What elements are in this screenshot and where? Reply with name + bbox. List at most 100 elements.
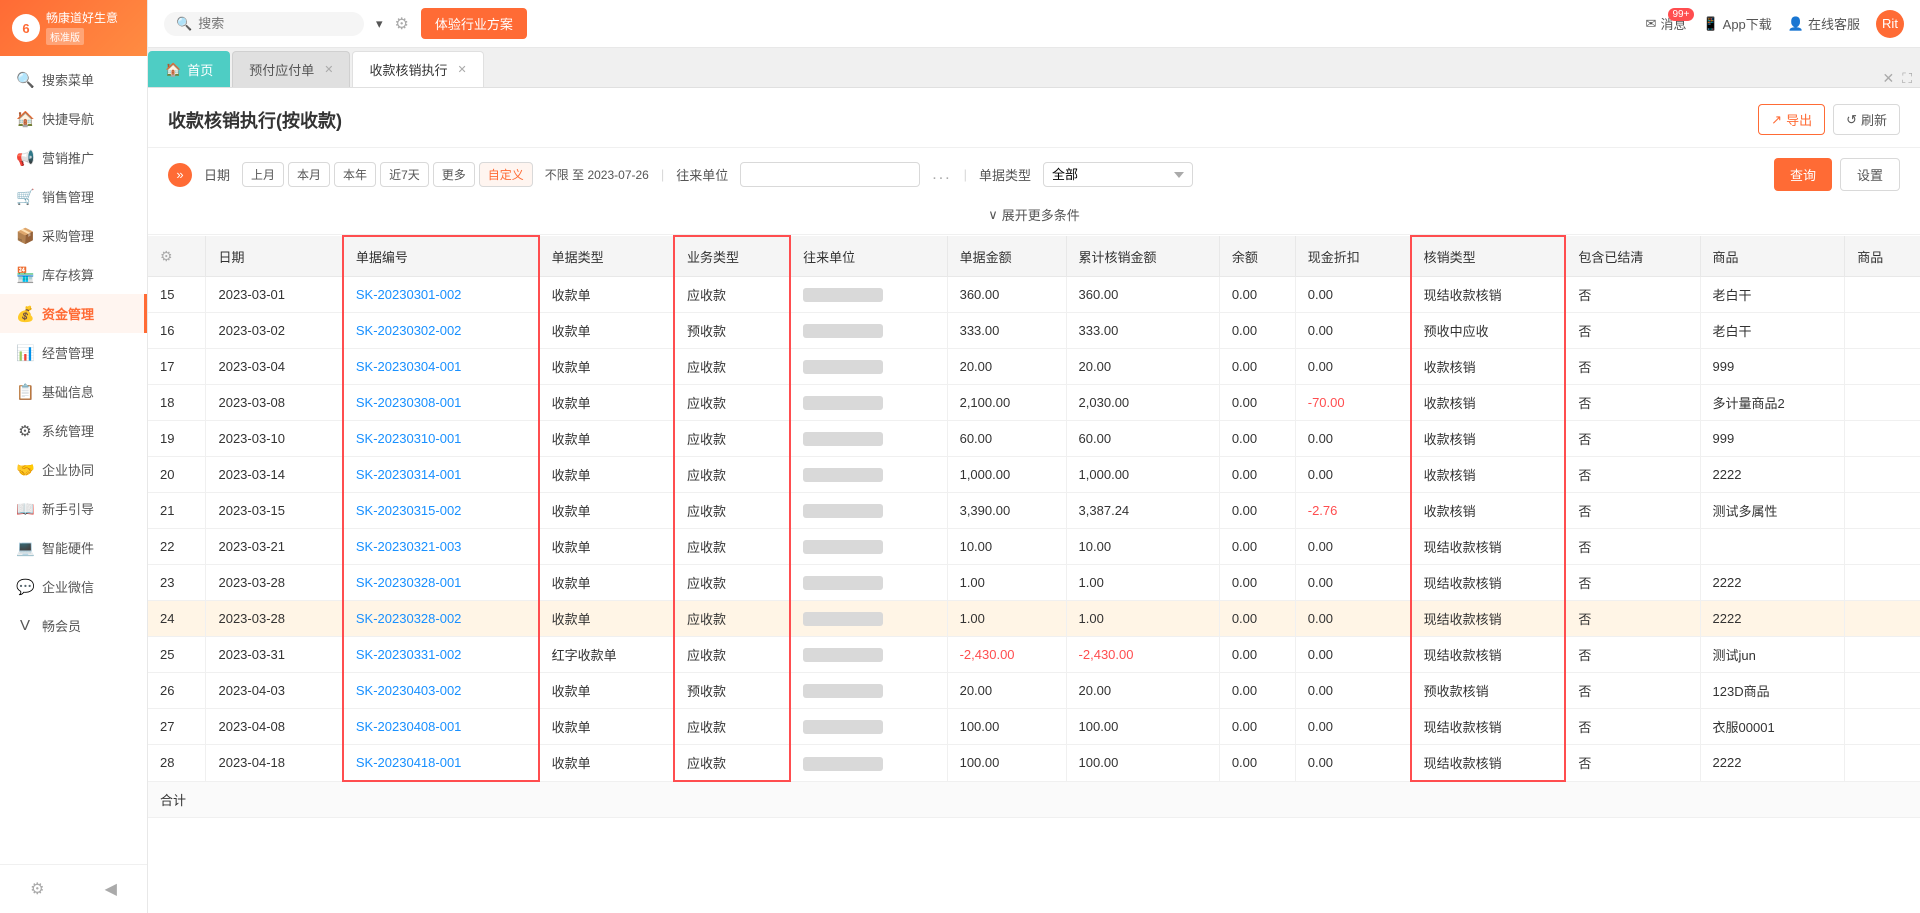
sidebar-item-wechat[interactable]: 💬 企业微信: [0, 567, 147, 606]
date-custom-btn[interactable]: 自定义: [479, 162, 533, 187]
date-7days-btn[interactable]: 近7天: [380, 162, 429, 187]
date-year-btn[interactable]: 本年: [334, 162, 376, 187]
doc-no-cell[interactable]: SK-20230328-002: [343, 601, 539, 637]
doc-no-cell[interactable]: SK-20230418-001: [343, 745, 539, 782]
doc-no-link[interactable]: SK-20230310-001: [356, 431, 462, 446]
date-more-btn[interactable]: 更多: [433, 162, 475, 187]
user-avatar[interactable]: Rit: [1876, 10, 1904, 38]
sidebar-item-inventory[interactable]: 🏪 库存核算: [0, 255, 147, 294]
sidebar-item-search[interactable]: 🔍 搜索菜单: [0, 60, 147, 99]
refresh-button[interactable]: ↺ 刷新: [1833, 104, 1900, 135]
sidebar-item-guide[interactable]: 📖 新手引导: [0, 489, 147, 528]
expand-tab-icon[interactable]: ⛶: [1902, 70, 1912, 87]
doc-no-link[interactable]: SK-20230308-001: [356, 395, 462, 410]
doc-no-cell[interactable]: SK-20230328-001: [343, 565, 539, 601]
doctype-filter-label: 单据类型: [979, 165, 1031, 184]
date-curr-month-btn[interactable]: 本月: [288, 162, 330, 187]
sidebar-item-sales[interactable]: 🛒 销售管理: [0, 177, 147, 216]
sidebar-item-marketing[interactable]: 📢 营销推广: [0, 138, 147, 177]
sidebar-item-basic[interactable]: 📋 基础信息: [0, 372, 147, 411]
th-gear[interactable]: ⚙: [148, 236, 206, 277]
solution-button[interactable]: 体验行业方案: [421, 8, 527, 39]
topbar-search-box[interactable]: 🔍: [164, 12, 364, 36]
table-row[interactable]: 272023-04-08SK-20230408-001收款单应收款100.001…: [148, 709, 1920, 745]
table-row[interactable]: 262023-04-03SK-20230403-002收款单预收款20.0020…: [148, 673, 1920, 709]
partner-filter-dots[interactable]: ...: [932, 166, 951, 184]
collapse-icon[interactable]: ◀: [99, 873, 123, 905]
doc-no-cell[interactable]: SK-20230314-001: [343, 457, 539, 493]
table-cell: [1845, 277, 1920, 313]
table-row[interactable]: 162023-03-02SK-20230302-002收款单预收款333.003…: [148, 313, 1920, 349]
topbar-dropdown[interactable]: ▾: [376, 16, 383, 32]
doc-no-link[interactable]: SK-20230418-001: [356, 755, 462, 770]
tab-home[interactable]: 🏠 首页: [148, 51, 230, 87]
tab-prepay[interactable]: 预付应付单 ✕: [232, 51, 350, 87]
table-row[interactable]: 172023-03-04SK-20230304-001收款单应收款20.0020…: [148, 349, 1920, 385]
doc-no-cell[interactable]: SK-20230331-002: [343, 637, 539, 673]
doc-no-cell[interactable]: SK-20230321-003: [343, 529, 539, 565]
tab-close-icon[interactable]: ✕: [457, 63, 466, 76]
doc-no-link[interactable]: SK-20230331-002: [356, 647, 462, 662]
doc-no-link[interactable]: SK-20230314-001: [356, 467, 462, 482]
table-row[interactable]: 252023-03-31SK-20230331-002红字收款单应收款-2,43…: [148, 637, 1920, 673]
partner-filter-input[interactable]: [740, 162, 920, 187]
table-cell: [1845, 421, 1920, 457]
settings-icon[interactable]: ⚙: [24, 873, 50, 905]
search-input[interactable]: [198, 16, 348, 31]
table-row[interactable]: 212023-03-15SK-20230315-002收款单应收款3,390.0…: [148, 493, 1920, 529]
sidebar-item-purchase[interactable]: 📦 采购管理: [0, 216, 147, 255]
table-row[interactable]: 222023-03-21SK-20230321-003收款单应收款10.0010…: [148, 529, 1920, 565]
sidebar-item-enterprise[interactable]: 🤝 企业协同: [0, 450, 147, 489]
gear-icon[interactable]: ⚙: [160, 248, 173, 264]
filter-expand-button[interactable]: »: [168, 163, 192, 187]
filter-settings-button[interactable]: 设置: [1840, 158, 1900, 191]
table-row[interactable]: 192023-03-10SK-20230310-001收款单应收款60.0060…: [148, 421, 1920, 457]
table-row[interactable]: 182023-03-08SK-20230308-001收款单应收款2,100.0…: [148, 385, 1920, 421]
sidebar-item-system[interactable]: ⚙ 系统管理: [0, 411, 147, 450]
doc-no-cell[interactable]: SK-20230302-002: [343, 313, 539, 349]
sidebar-item-quicknav[interactable]: 🏠 快捷导航: [0, 99, 147, 138]
close-tab-icon[interactable]: ✕: [1882, 70, 1894, 87]
query-button[interactable]: 查询: [1774, 158, 1832, 191]
doc-no-link[interactable]: SK-20230301-002: [356, 287, 462, 302]
sidebar-item-finance[interactable]: 💰 资金管理: [0, 294, 147, 333]
doc-no-cell[interactable]: SK-20230310-001: [343, 421, 539, 457]
doc-no-cell[interactable]: SK-20230301-002: [343, 277, 539, 313]
table-cell: 老白干: [1700, 313, 1845, 349]
doc-no-cell[interactable]: SK-20230408-001: [343, 709, 539, 745]
app-download-button[interactable]: 📱 App下载: [1702, 14, 1771, 33]
table-row[interactable]: 152023-03-01SK-20230301-002收款单应收款360.003…: [148, 277, 1920, 313]
sidebar-item-member[interactable]: V 畅会员: [0, 606, 147, 645]
table-cell: 20.00: [1066, 349, 1219, 385]
doc-no-cell[interactable]: SK-20230304-001: [343, 349, 539, 385]
tab-close-icon[interactable]: ✕: [324, 63, 333, 76]
table-row[interactable]: 202023-03-14SK-20230314-001收款单应收款1,000.0…: [148, 457, 1920, 493]
doc-no-link[interactable]: SK-20230408-001: [356, 719, 462, 734]
export-button[interactable]: ↗ 导出: [1758, 104, 1825, 135]
doc-no-link[interactable]: SK-20230315-002: [356, 503, 462, 518]
table-row[interactable]: 282023-04-18SK-20230418-001收款单应收款100.001…: [148, 745, 1920, 782]
message-button[interactable]: ✉ 消息 99+: [1646, 14, 1687, 33]
tab-collection[interactable]: 收款核销执行 ✕: [352, 51, 483, 87]
sidebar-item-operations[interactable]: 📊 经营管理: [0, 333, 147, 372]
doc-no-cell[interactable]: SK-20230308-001: [343, 385, 539, 421]
doc-no-link[interactable]: SK-20230328-002: [356, 611, 462, 626]
doc-no-link[interactable]: SK-20230321-003: [356, 539, 462, 554]
doc-no-link[interactable]: SK-20230403-002: [356, 683, 462, 698]
table-row[interactable]: 242023-03-28SK-20230328-002收款单应收款1.001.0…: [148, 601, 1920, 637]
doc-no-cell[interactable]: SK-20230315-002: [343, 493, 539, 529]
doc-no-link[interactable]: SK-20230328-001: [356, 575, 462, 590]
expand-more-button[interactable]: ∨ 展开更多条件: [988, 205, 1080, 224]
doc-no-link[interactable]: SK-20230304-001: [356, 359, 462, 374]
table-cell: 0.00: [1295, 673, 1410, 709]
doc-no-link[interactable]: SK-20230302-002: [356, 323, 462, 338]
table-row[interactable]: 232023-03-28SK-20230328-001收款单应收款1.001.0…: [148, 565, 1920, 601]
doc-no-cell[interactable]: SK-20230403-002: [343, 673, 539, 709]
topbar-gear-icon[interactable]: ⚙: [395, 14, 409, 34]
sidebar-item-hardware[interactable]: 💻 智能硬件: [0, 528, 147, 567]
online-service-button[interactable]: 👤 在线客服: [1788, 14, 1860, 33]
partner-masked-text: [803, 396, 883, 410]
date-prev-month-btn[interactable]: 上月: [242, 162, 284, 187]
doctype-filter-select[interactable]: 全部 收款单 红字收款单: [1043, 162, 1193, 187]
table-cell: 否: [1565, 313, 1700, 349]
